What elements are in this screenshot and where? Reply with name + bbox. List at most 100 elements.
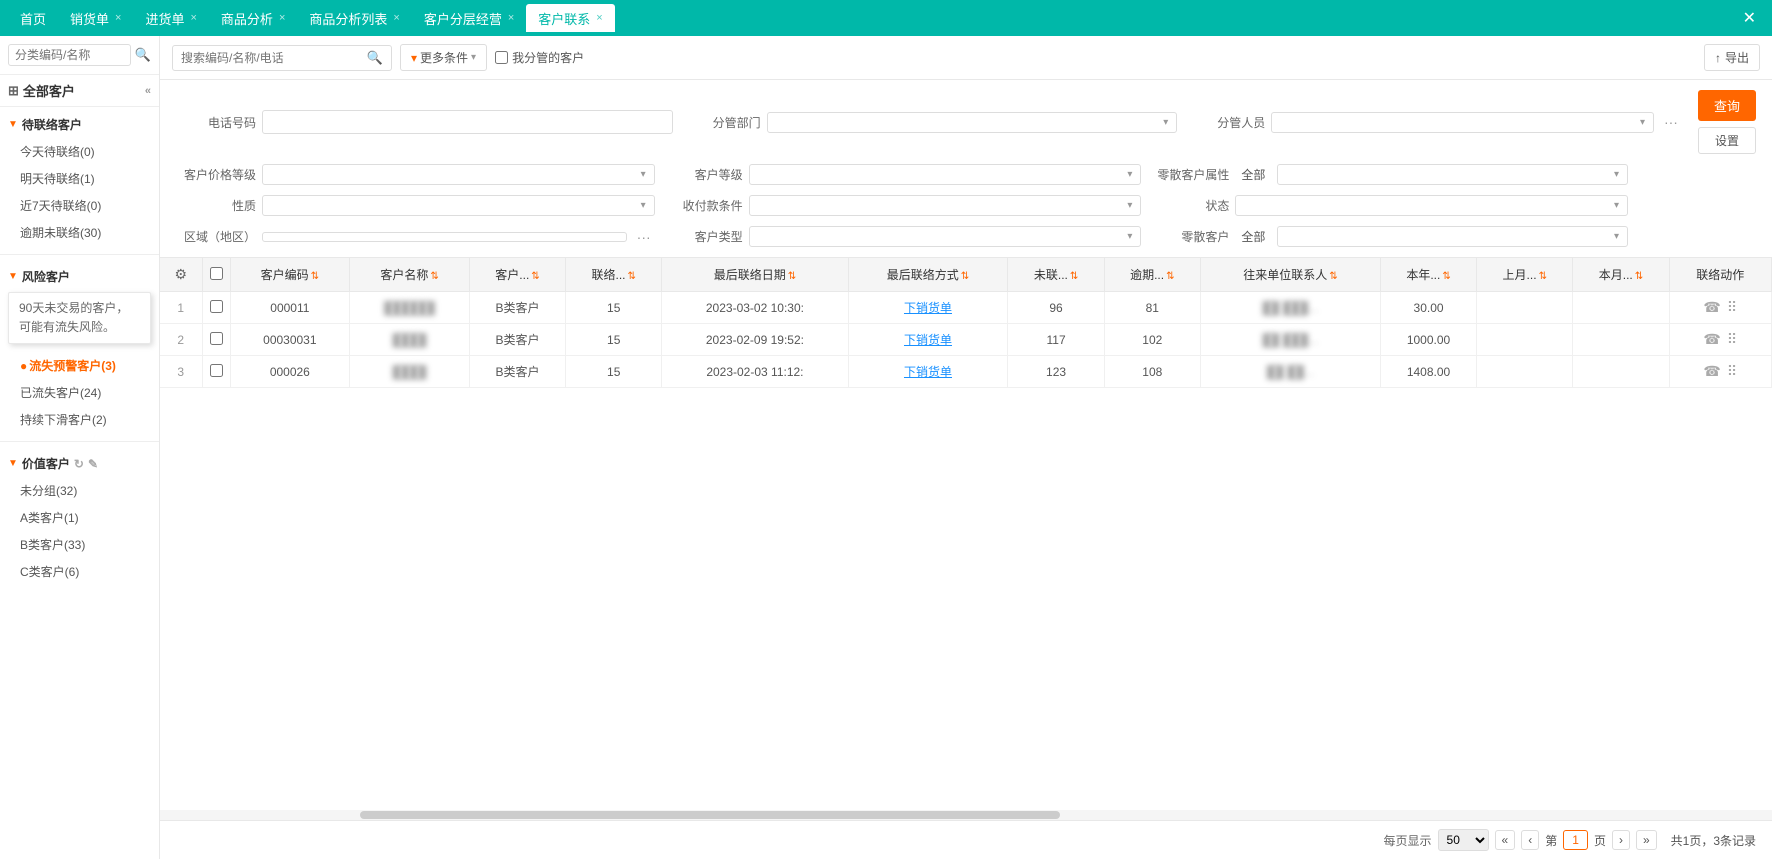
filter-select-scatter-customer[interactable]: ▾: [1277, 226, 1628, 247]
more-conditions-btn[interactable]: ▾ 更多条件 ▾: [400, 44, 487, 71]
sort-icon-no-contact[interactable]: ⇅: [1070, 271, 1078, 282]
tab-sales[interactable]: 销货单 ×: [58, 4, 133, 32]
horizontal-scrollbar[interactable]: [160, 810, 1772, 820]
filter-select-status[interactable]: ▾: [1235, 195, 1628, 216]
scrollbar-thumb[interactable]: [360, 811, 1060, 819]
sort-icon-this-year[interactable]: ⇅: [1442, 271, 1450, 282]
row-checkbox-2[interactable]: [210, 332, 223, 345]
sidebar-search-input[interactable]: [8, 44, 131, 66]
sort-icon-contact[interactable]: ⇅: [628, 271, 636, 282]
th-settings[interactable]: ⚙: [160, 258, 202, 292]
sidebar-item-classC[interactable]: C类客户(6): [0, 558, 159, 585]
sort-icon-this-month[interactable]: ⇅: [1635, 271, 1643, 282]
filter-input-phone[interactable]: [262, 110, 673, 134]
next-page-btn[interactable]: ›: [1612, 830, 1630, 850]
action-icon-more-3[interactable]: ⠿: [1727, 363, 1737, 380]
sidebar-group-title-value[interactable]: ▼ 价值客户 ↻ ✎: [0, 450, 159, 477]
sidebar-item-tomorrow[interactable]: 明天待联络(1): [0, 165, 159, 192]
action-icon-phone-2[interactable]: ☎: [1703, 331, 1720, 348]
search-icon-orange[interactable]: 🔍: [367, 50, 383, 66]
sort-icon-type[interactable]: ⇅: [531, 271, 539, 282]
sidebar-item-declining[interactable]: 持续下滑客户(2): [0, 406, 159, 433]
close-customer-tier-tab[interactable]: ×: [508, 12, 514, 24]
sidebar-item-classB[interactable]: B类客户(33): [0, 531, 159, 558]
close-product-analysis-tab[interactable]: ×: [279, 12, 285, 24]
select-all-checkbox[interactable]: [210, 267, 223, 280]
tab-customer-tier[interactable]: 客户分层经营 ×: [412, 4, 526, 32]
action-icon-more-1[interactable]: ⠿: [1727, 299, 1737, 316]
sort-icon-last-method[interactable]: ⇅: [961, 271, 969, 282]
per-page-select[interactable]: 50 100 200: [1438, 829, 1489, 851]
settings-btn[interactable]: 设置: [1698, 127, 1756, 154]
sidebar-search-icon[interactable]: 🔍: [135, 47, 151, 63]
adv-filter-panel: 电话号码 分管部门 ▾ 分管人员 ▾ ···: [160, 80, 1772, 258]
more-icon-region[interactable]: ···: [633, 229, 655, 245]
tab-product-analysis-list[interactable]: 商品分析列表 ×: [297, 4, 411, 32]
first-page-btn[interactable]: «: [1495, 830, 1516, 850]
sidebar-item-today[interactable]: 今天待联络(0): [0, 138, 159, 165]
my-customers-checkbox-label[interactable]: 我分管的客户: [495, 49, 584, 66]
th-checkbox[interactable]: [202, 258, 230, 292]
sidebar-item-churn-warning[interactable]: ● 流失预警客户(3): [0, 352, 159, 379]
filter-select-dept[interactable]: ▾: [767, 112, 1178, 133]
th-actions: 联络动作: [1669, 258, 1771, 292]
edit-icon[interactable]: ✎: [88, 457, 98, 471]
filter-select-region[interactable]: [262, 232, 627, 242]
sidebar-group-title-pending[interactable]: ▼ 待联络客户: [0, 111, 159, 138]
action-icon-phone-1[interactable]: ☎: [1703, 299, 1720, 316]
refresh-icon[interactable]: ↻: [74, 457, 84, 471]
window-close-button[interactable]: ✕: [1735, 8, 1764, 28]
tab-customer-contact[interactable]: 客户联系 ×: [526, 4, 614, 32]
filter-select-scatter-attr[interactable]: ▾: [1277, 164, 1628, 185]
sidebar-item-churned[interactable]: 已流失客户(24): [0, 379, 159, 406]
cell-last-method-3: 下销货单: [848, 356, 1008, 388]
export-btn[interactable]: ↑ 导出: [1704, 44, 1760, 71]
last-page-btn[interactable]: »: [1636, 830, 1657, 850]
sort-icon-code[interactable]: ⇅: [311, 271, 319, 282]
action-icon-phone-3[interactable]: ☎: [1703, 363, 1720, 380]
filter-select-payment[interactable]: ▾: [749, 195, 1142, 216]
row-checkbox-3[interactable]: [210, 364, 223, 377]
cell-cb-3[interactable]: [202, 356, 230, 388]
sort-icon-last-month[interactable]: ⇅: [1539, 271, 1547, 282]
prev-page-btn[interactable]: ‹: [1521, 830, 1539, 850]
filter-select-manager[interactable]: ▾: [1271, 112, 1654, 133]
action-icon-more-2[interactable]: ⠿: [1727, 331, 1737, 348]
close-customer-contact-tab[interactable]: ×: [596, 12, 602, 24]
filter-select-price-level[interactable]: ▾: [262, 164, 655, 185]
cell-contact-person-1: ██ ███...: [1200, 292, 1380, 324]
sidebar-item-ungrouped[interactable]: 未分组(32): [0, 477, 159, 504]
search-input[interactable]: [181, 51, 363, 65]
adv-filter-row-3: 性质 ▾ 收付款条件 ▾ 状态: [176, 195, 1756, 216]
my-customers-checkbox[interactable]: [495, 51, 508, 64]
cell-cb-2[interactable]: [202, 324, 230, 356]
collapse-icon[interactable]: «: [145, 85, 151, 97]
filter-select-customer-level[interactable]: ▾: [749, 164, 1142, 185]
sidebar-item-classA[interactable]: A类客户(1): [0, 504, 159, 531]
tab-purchase[interactable]: 进货单 ×: [133, 4, 208, 32]
more-icon-manager[interactable]: ···: [1660, 114, 1682, 130]
cell-actions-2: ☎ ⠿: [1669, 324, 1771, 356]
current-page-number[interactable]: 1: [1563, 830, 1588, 850]
sidebar-item-7days[interactable]: 近7天待联络(0): [0, 192, 159, 219]
cell-cb-1[interactable]: [202, 292, 230, 324]
cell-last-method-2: 下销货单: [848, 324, 1008, 356]
settings-icon[interactable]: ⚙: [174, 266, 187, 282]
query-btn[interactable]: 查询: [1698, 90, 1756, 121]
sidebar-all-customers[interactable]: ⊞ 全部客户 «: [0, 75, 159, 107]
filter-label-region: 区域（地区）: [176, 228, 256, 245]
close-purchase-tab[interactable]: ×: [190, 12, 196, 24]
close-product-analysis-list-tab[interactable]: ×: [393, 12, 399, 24]
sort-icon-last-date[interactable]: ⇅: [788, 271, 796, 282]
tab-product-analysis[interactable]: 商品分析 ×: [209, 4, 297, 32]
sort-icon-contact-person[interactable]: ⇅: [1329, 271, 1337, 282]
tab-home[interactable]: 首页: [8, 4, 58, 32]
sort-icon-overdue[interactable]: ⇅: [1166, 271, 1174, 282]
filter-select-nature[interactable]: ▾: [262, 195, 655, 216]
sidebar-group-title-risk[interactable]: ▼ 风险客户: [0, 263, 159, 290]
sidebar-item-overdue[interactable]: 逾期未联络(30): [0, 219, 159, 246]
row-checkbox-1[interactable]: [210, 300, 223, 313]
sort-icon-name[interactable]: ⇅: [430, 271, 438, 282]
filter-select-customer-type[interactable]: ▾: [749, 226, 1142, 247]
close-sales-tab[interactable]: ×: [115, 12, 121, 24]
